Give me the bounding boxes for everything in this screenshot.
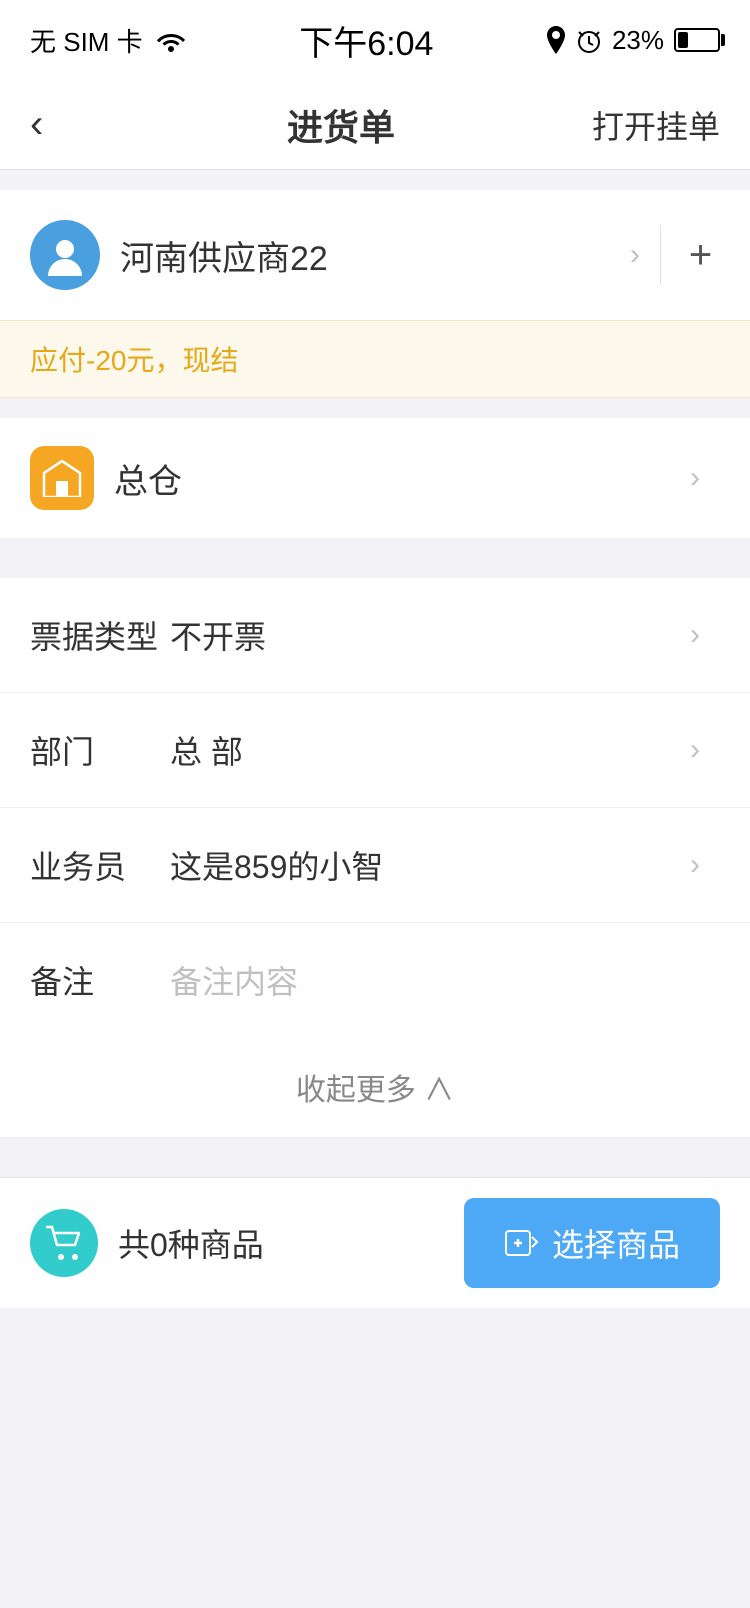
select-product-icon — [504, 1227, 540, 1259]
carrier-label: 无 SIM 卡 — [30, 22, 143, 59]
select-product-button[interactable]: 选择商品 — [464, 1198, 720, 1288]
bottom-bar: 共0种商品 选择商品 — [0, 1177, 750, 1308]
warehouse-label: 总仓 — [114, 454, 690, 503]
supplier-section: 河南供应商22 › + 应付-20元，现结 — [0, 190, 750, 398]
select-product-label: 选择商品 — [552, 1220, 680, 1266]
remark-label: 备注 — [30, 957, 170, 1003]
salesman-chevron-icon: › — [690, 848, 700, 882]
dept-value: 总 部 — [170, 727, 690, 773]
supplier-name[interactable]: 河南供应商22 — [120, 231, 630, 280]
location-icon — [546, 26, 566, 54]
form-section: 票据类型 不开票 › 部门 总 部 › 业务员 这是859的小智 › 备注 备注… — [0, 578, 750, 1037]
status-bar: 无 SIM 卡 下午6:04 23% — [0, 0, 750, 80]
bill-type-label: 票据类型 — [30, 612, 170, 658]
remark-input[interactable]: 备注内容 — [170, 957, 720, 1003]
mid-divider2 — [0, 538, 750, 558]
dept-row[interactable]: 部门 总 部 › — [0, 693, 750, 808]
salesman-value: 这是859的小智 — [170, 842, 690, 888]
warehouse-icon-wrap — [30, 446, 94, 510]
supplier-row: 河南供应商22 › + — [0, 190, 750, 320]
cart-icon — [44, 1225, 84, 1261]
warehouse-row[interactable]: 总仓 › — [0, 418, 750, 538]
person-icon — [44, 234, 86, 276]
page-rest — [0, 1308, 750, 1608]
bottom-divider — [0, 1137, 750, 1157]
dept-chevron-icon: › — [690, 733, 700, 767]
bill-type-row[interactable]: 票据类型 不开票 › — [0, 578, 750, 693]
notice-text: 应付-20元，现结 — [30, 345, 238, 376]
status-left: 无 SIM 卡 — [30, 22, 187, 59]
status-right: 23% — [546, 25, 720, 56]
remark-row[interactable]: 备注 备注内容 — [0, 923, 750, 1037]
supplier-chevron-icon: › — [630, 238, 640, 272]
collapse-label: 收起更多 ∧ — [296, 1065, 454, 1109]
product-icon-wrap — [30, 1209, 98, 1277]
alarm-icon — [576, 26, 602, 54]
collapse-row[interactable]: 收起更多 ∧ — [0, 1037, 750, 1137]
bill-type-value: 不开票 — [170, 612, 690, 658]
nav-bar: ‹ 进货单 打开挂单 — [0, 80, 750, 170]
salesman-label: 业务员 — [30, 842, 170, 888]
battery-percent: 23% — [612, 25, 664, 56]
back-button[interactable]: ‹ — [30, 102, 90, 147]
product-count: 共0种商品 — [118, 1220, 464, 1266]
notice-banner: 应付-20元，现结 — [0, 320, 750, 398]
top-divider — [0, 170, 750, 190]
wifi-icon — [155, 28, 187, 52]
add-supplier-button[interactable]: + — [660, 225, 720, 285]
open-pending-button[interactable]: 打开挂单 — [592, 102, 720, 148]
salesman-row[interactable]: 业务员 这是859的小智 › — [0, 808, 750, 923]
warehouse-icon — [42, 459, 82, 497]
mid-divider1 — [0, 398, 750, 418]
status-time: 下午6:04 — [299, 16, 433, 65]
bill-type-chevron-icon: › — [690, 618, 700, 652]
supplier-avatar — [30, 220, 100, 290]
battery-icon — [674, 28, 720, 52]
dept-label: 部门 — [30, 727, 170, 773]
warehouse-section: 总仓 › — [0, 418, 750, 538]
page-title: 进货单 — [287, 99, 395, 151]
warehouse-chevron-icon: › — [690, 461, 700, 495]
